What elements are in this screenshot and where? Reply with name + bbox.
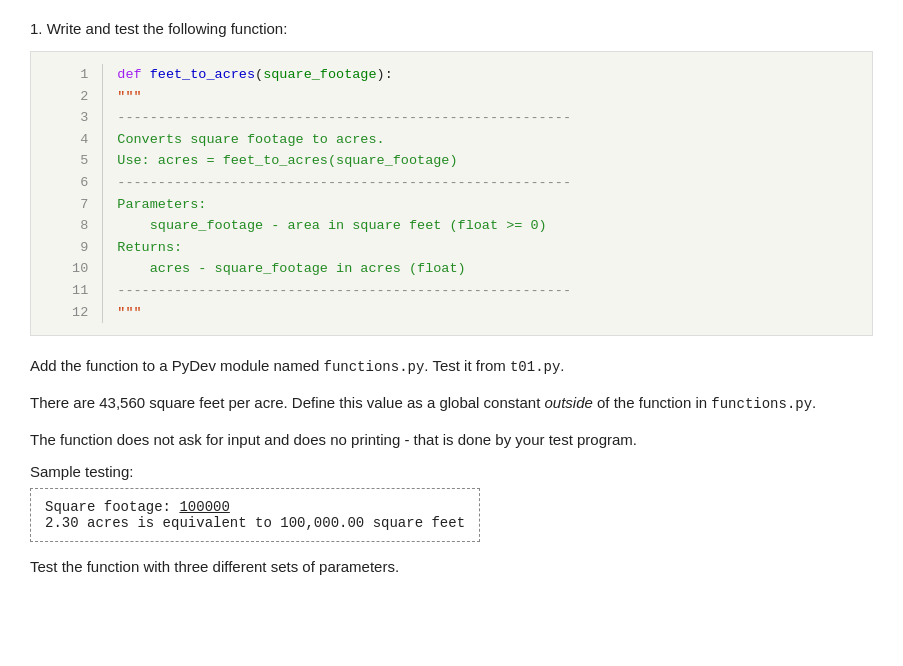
code-token: ----------------------------------------… bbox=[117, 110, 571, 125]
code-line: 8 square_footage - area in square feet (… bbox=[47, 215, 856, 237]
code-token: ): bbox=[377, 67, 393, 82]
line-number: 2 bbox=[47, 86, 103, 108]
prose-p1-mono2: t01.py bbox=[510, 359, 560, 375]
line-content: square_footage - area in square feet (fl… bbox=[103, 215, 856, 237]
line-number: 6 bbox=[47, 172, 103, 194]
prose-p1-mono1: functions.py bbox=[324, 359, 425, 375]
line-number: 9 bbox=[47, 237, 103, 259]
code-token: ----------------------------------------… bbox=[117, 175, 571, 190]
code-token: ----------------------------------------… bbox=[117, 283, 571, 298]
code-table: 1def feet_to_acres(square_footage):2"""3… bbox=[47, 64, 856, 323]
sample-line1-underline: 100000 bbox=[179, 499, 229, 515]
code-token: Use: acres = feet_to_acres(square_footag… bbox=[117, 153, 457, 168]
code-token: Converts square footage to acres. bbox=[117, 132, 384, 147]
line-content: ----------------------------------------… bbox=[103, 107, 856, 129]
sample-label: Sample testing: bbox=[30, 463, 873, 480]
sample-line1-before: Square footage: bbox=[45, 499, 179, 515]
line-number: 12 bbox=[47, 302, 103, 324]
prose-p1: Add the function to a PyDev module named… bbox=[30, 354, 873, 379]
sample-line1: Square footage: 100000 bbox=[45, 499, 465, 515]
code-line: 2 """ bbox=[47, 86, 856, 108]
line-number: 1 bbox=[47, 64, 103, 86]
code-line: 12 """ bbox=[47, 302, 856, 324]
prose-p3: The function does not ask for input and … bbox=[30, 428, 873, 451]
code-line: 9 Returns: bbox=[47, 237, 856, 259]
line-content: acres - square_footage in acres (float) bbox=[103, 258, 856, 280]
line-content: ----------------------------------------… bbox=[103, 280, 856, 302]
line-number: 3 bbox=[47, 107, 103, 129]
line-number: 7 bbox=[47, 194, 103, 216]
code-token: """ bbox=[117, 89, 141, 104]
sample-box: Square footage: 100000 2.30 acres is equ… bbox=[30, 488, 480, 542]
code-token: Parameters: bbox=[117, 197, 206, 212]
prose-p1-before: Add the function to a PyDev module named bbox=[30, 357, 324, 374]
line-content: Use: acres = feet_to_acres(square_footag… bbox=[103, 150, 856, 172]
code-token: feet_to_acres bbox=[150, 67, 255, 82]
prose-p2-mid: of the function in bbox=[593, 394, 711, 411]
line-number: 5 bbox=[47, 150, 103, 172]
footer-para: Test the function with three different s… bbox=[30, 558, 873, 575]
prose-p1-after: . bbox=[560, 357, 564, 374]
line-content: Converts square footage to acres. bbox=[103, 129, 856, 151]
code-line: 1def feet_to_acres(square_footage): bbox=[47, 64, 856, 86]
line-number: 4 bbox=[47, 129, 103, 151]
line-content: Parameters: bbox=[103, 194, 856, 216]
code-line: 3 ---------------------------------------… bbox=[47, 107, 856, 129]
code-token: square_footage bbox=[263, 67, 376, 82]
sample-line2: 2.30 acres is equivalent to 100,000.00 s… bbox=[45, 515, 465, 531]
prose-p2-before: There are 43,560 square feet per acre. D… bbox=[30, 394, 544, 411]
code-token: acres - square_footage in acres (float) bbox=[117, 261, 465, 276]
code-line: 7 Parameters: bbox=[47, 194, 856, 216]
prose-p2-italic: outside bbox=[544, 394, 592, 411]
prose-p2-after: . bbox=[812, 394, 816, 411]
line-number: 10 bbox=[47, 258, 103, 280]
line-content: def feet_to_acres(square_footage): bbox=[103, 64, 856, 86]
line-number: 8 bbox=[47, 215, 103, 237]
code-line: 6 ---------------------------------------… bbox=[47, 172, 856, 194]
code-line: 5 Use: acres = feet_to_acres(square_foota… bbox=[47, 150, 856, 172]
code-token: """ bbox=[117, 305, 141, 320]
code-block: 1def feet_to_acres(square_footage):2"""3… bbox=[30, 51, 873, 336]
line-content: ----------------------------------------… bbox=[103, 172, 856, 194]
line-content: """ bbox=[103, 86, 856, 108]
prose-p2-mono: functions.py bbox=[711, 396, 812, 412]
line-content: """ bbox=[103, 302, 856, 324]
code-token: square_footage - area in square feet (fl… bbox=[117, 218, 546, 233]
prose-p2: There are 43,560 square feet per acre. D… bbox=[30, 391, 873, 416]
code-line: 4 Converts square footage to acres. bbox=[47, 129, 856, 151]
line-number: 11 bbox=[47, 280, 103, 302]
code-token: ( bbox=[255, 67, 263, 82]
code-token: def bbox=[117, 67, 149, 82]
prose-p1-mid: . Test it from bbox=[424, 357, 510, 374]
line-content: Returns: bbox=[103, 237, 856, 259]
code-token: Returns: bbox=[117, 240, 182, 255]
code-line: 11 --------------------------------------… bbox=[47, 280, 856, 302]
code-line: 10 acres - square_footage in acres (floa… bbox=[47, 258, 856, 280]
instruction-header: 1. Write and test the following function… bbox=[30, 20, 873, 37]
